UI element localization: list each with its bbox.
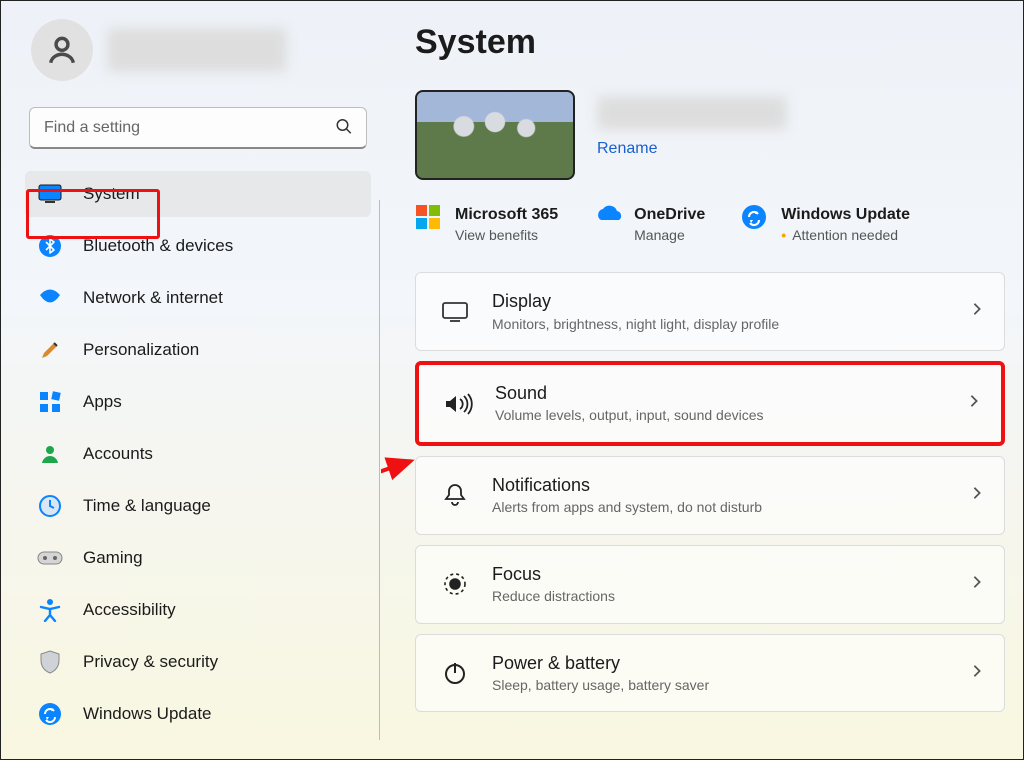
clock-globe-icon	[37, 493, 63, 519]
person-icon	[45, 33, 79, 67]
card-sub: Volume levels, output, input, sound devi…	[495, 406, 945, 426]
sidebar-item-accounts[interactable]: Accounts	[25, 431, 371, 477]
card-sub: Alerts from apps and system, do not dist…	[492, 498, 948, 518]
shield-icon	[37, 649, 63, 675]
card-focus[interactable]: Focus Reduce distractions	[415, 545, 1005, 624]
chevron-right-icon	[970, 664, 984, 683]
sidebar-item-label: Bluetooth & devices	[83, 236, 233, 256]
promo-sub: Manage	[634, 226, 705, 245]
profile-header[interactable]	[25, 19, 371, 81]
card-display[interactable]: Display Monitors, brightness, night ligh…	[415, 272, 1005, 351]
sound-icon	[443, 392, 473, 416]
monitor-icon	[440, 300, 470, 324]
device-name-redacted	[597, 96, 787, 130]
gamepad-icon	[37, 545, 63, 571]
system-icon	[37, 181, 63, 207]
update-icon	[741, 204, 769, 232]
sidebar-item-accessibility[interactable]: Accessibility	[25, 587, 371, 633]
sidebar-item-label: Windows Update	[83, 704, 212, 724]
sidebar-item-apps[interactable]: Apps	[25, 379, 371, 425]
wifi-icon	[37, 285, 63, 311]
search-button[interactable]	[331, 114, 357, 143]
sidebar-item-personalization[interactable]: Personalization	[25, 327, 371, 373]
sidebar-item-time-language[interactable]: Time & language	[25, 483, 371, 529]
sidebar-item-label: Accounts	[83, 444, 153, 464]
sidebar-item-label: Privacy & security	[83, 652, 218, 672]
chevron-right-icon	[967, 394, 981, 413]
promo-sub: Attention needed	[781, 226, 910, 245]
card-title: Focus	[492, 562, 948, 587]
profile-name-redacted	[107, 28, 287, 72]
promo-title: Windows Update	[781, 204, 910, 226]
promo-title: OneDrive	[634, 204, 705, 226]
focus-icon	[440, 571, 470, 597]
sidebar-item-system[interactable]: System	[25, 171, 371, 217]
onedrive-icon	[594, 204, 622, 232]
sidebar-item-label: Apps	[83, 392, 122, 412]
promo-title: Microsoft 365	[455, 204, 558, 226]
promo-windows-update[interactable]: Windows Update Attention needed	[741, 204, 910, 244]
chevron-right-icon	[970, 486, 984, 505]
accounts-icon	[37, 441, 63, 467]
page-title: System	[415, 23, 1005, 62]
card-title: Sound	[495, 381, 945, 406]
search-icon	[335, 118, 353, 136]
sidebar-item-network[interactable]: Network & internet	[25, 275, 371, 321]
sidebar-item-windows-update[interactable]: Windows Update	[25, 691, 371, 737]
card-title: Notifications	[492, 473, 948, 498]
rename-link[interactable]: Rename	[597, 140, 787, 158]
card-title: Display	[492, 289, 948, 314]
sidebar-item-label: Personalization	[83, 340, 199, 360]
microsoft-logo-icon	[415, 204, 443, 232]
card-sound[interactable]: Sound Volume levels, output, input, soun…	[415, 361, 1005, 446]
card-sub: Sleep, battery usage, battery saver	[492, 676, 948, 696]
chevron-right-icon	[970, 575, 984, 594]
search-input[interactable]	[29, 107, 367, 149]
sidebar-item-label: System	[83, 184, 140, 204]
sidebar-nav: System Bluetooth & devices Network & int…	[25, 171, 371, 743]
promo-onedrive[interactable]: OneDrive Manage	[594, 204, 705, 244]
sidebar-item-label: Accessibility	[83, 600, 176, 620]
sidebar-item-label: Gaming	[83, 548, 143, 568]
card-sub: Monitors, brightness, night light, displ…	[492, 315, 948, 335]
accessibility-icon	[37, 597, 63, 623]
card-sub: Reduce distractions	[492, 587, 948, 607]
sidebar-item-privacy[interactable]: Privacy & security	[25, 639, 371, 685]
divider	[379, 200, 380, 740]
device-wallpaper-thumb[interactable]	[415, 90, 575, 180]
paintbrush-icon	[37, 337, 63, 363]
apps-icon	[37, 389, 63, 415]
power-icon	[440, 660, 470, 686]
promo-sub: View benefits	[455, 226, 558, 245]
chevron-right-icon	[970, 302, 984, 321]
update-icon	[37, 701, 63, 727]
avatar	[31, 19, 93, 81]
sidebar-item-bluetooth[interactable]: Bluetooth & devices	[25, 223, 371, 269]
card-power[interactable]: Power & battery Sleep, battery usage, ba…	[415, 634, 1005, 713]
promo-microsoft-365[interactable]: Microsoft 365 View benefits	[415, 204, 558, 244]
sidebar-item-label: Network & internet	[83, 288, 223, 308]
sidebar-item-label: Time & language	[83, 496, 211, 516]
bell-icon	[440, 482, 470, 508]
card-title: Power & battery	[492, 651, 948, 676]
sidebar-item-gaming[interactable]: Gaming	[25, 535, 371, 581]
card-notifications[interactable]: Notifications Alerts from apps and syste…	[415, 456, 1005, 535]
bluetooth-icon	[37, 233, 63, 259]
